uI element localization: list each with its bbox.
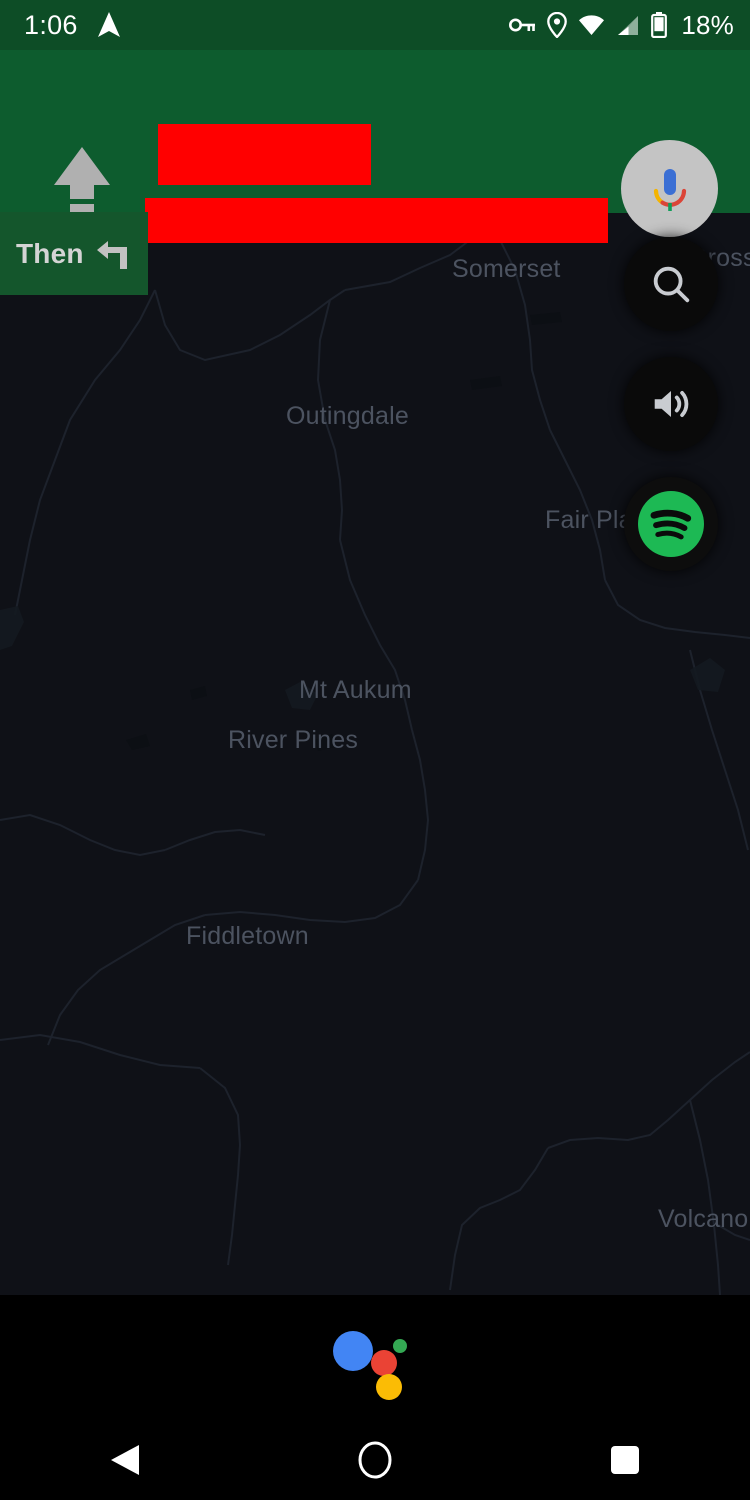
navigation-header[interactable] [0,50,750,243]
spotify-button[interactable] [624,477,718,571]
search-button[interactable] [624,237,718,331]
search-icon [653,266,690,303]
status-icons: 18% [509,10,734,41]
then-maneuver-banner: Then [0,212,148,295]
google-assistant-mic-button[interactable] [621,140,718,237]
status-clock: 1:06 [24,9,78,40]
volume-button[interactable] [624,357,718,451]
google-assistant-mic-icon [653,168,686,211]
google-assistant-dots-icon [333,1330,407,1400]
navigation-screen: Somerset Gross Outingdale Fair Play Mt A… [0,0,750,1500]
vpn-key-icon [509,18,536,32]
back-button[interactable] [0,1443,250,1477]
recents-button[interactable] [500,1445,750,1475]
volume-up-icon [654,390,689,418]
battery-icon [651,12,668,38]
redacted-street-name [145,198,608,243]
cell-signal-icon [618,15,639,35]
home-circle-icon [358,1441,392,1479]
map-label: Volcano [658,1205,749,1233]
map-label: Mt Aukum [299,676,412,704]
back-triangle-icon [111,1445,139,1475]
wifi-icon [579,14,605,35]
then-label: Then [16,237,84,269]
battery-percent-label: 18% [681,9,734,40]
google-assistant-bar[interactable] [0,1295,750,1420]
map-label: Somerset [452,255,561,283]
map-label: River Pines [228,726,359,754]
navigation-arrow-icon [97,11,121,39]
turn-left-arrow-icon [96,240,127,269]
location-pin-icon [547,12,568,38]
home-button[interactable] [250,1440,500,1480]
recents-square-icon [611,1446,639,1474]
map-action-buttons [624,237,718,571]
map-label: Outingdale [286,402,409,430]
redacted-distance-text [158,124,371,185]
map-label: Fiddletown [186,922,309,950]
status-bar: 1:06 18% [0,0,750,50]
system-navigation-bar [0,1420,750,1500]
spotify-icon [638,491,704,557]
